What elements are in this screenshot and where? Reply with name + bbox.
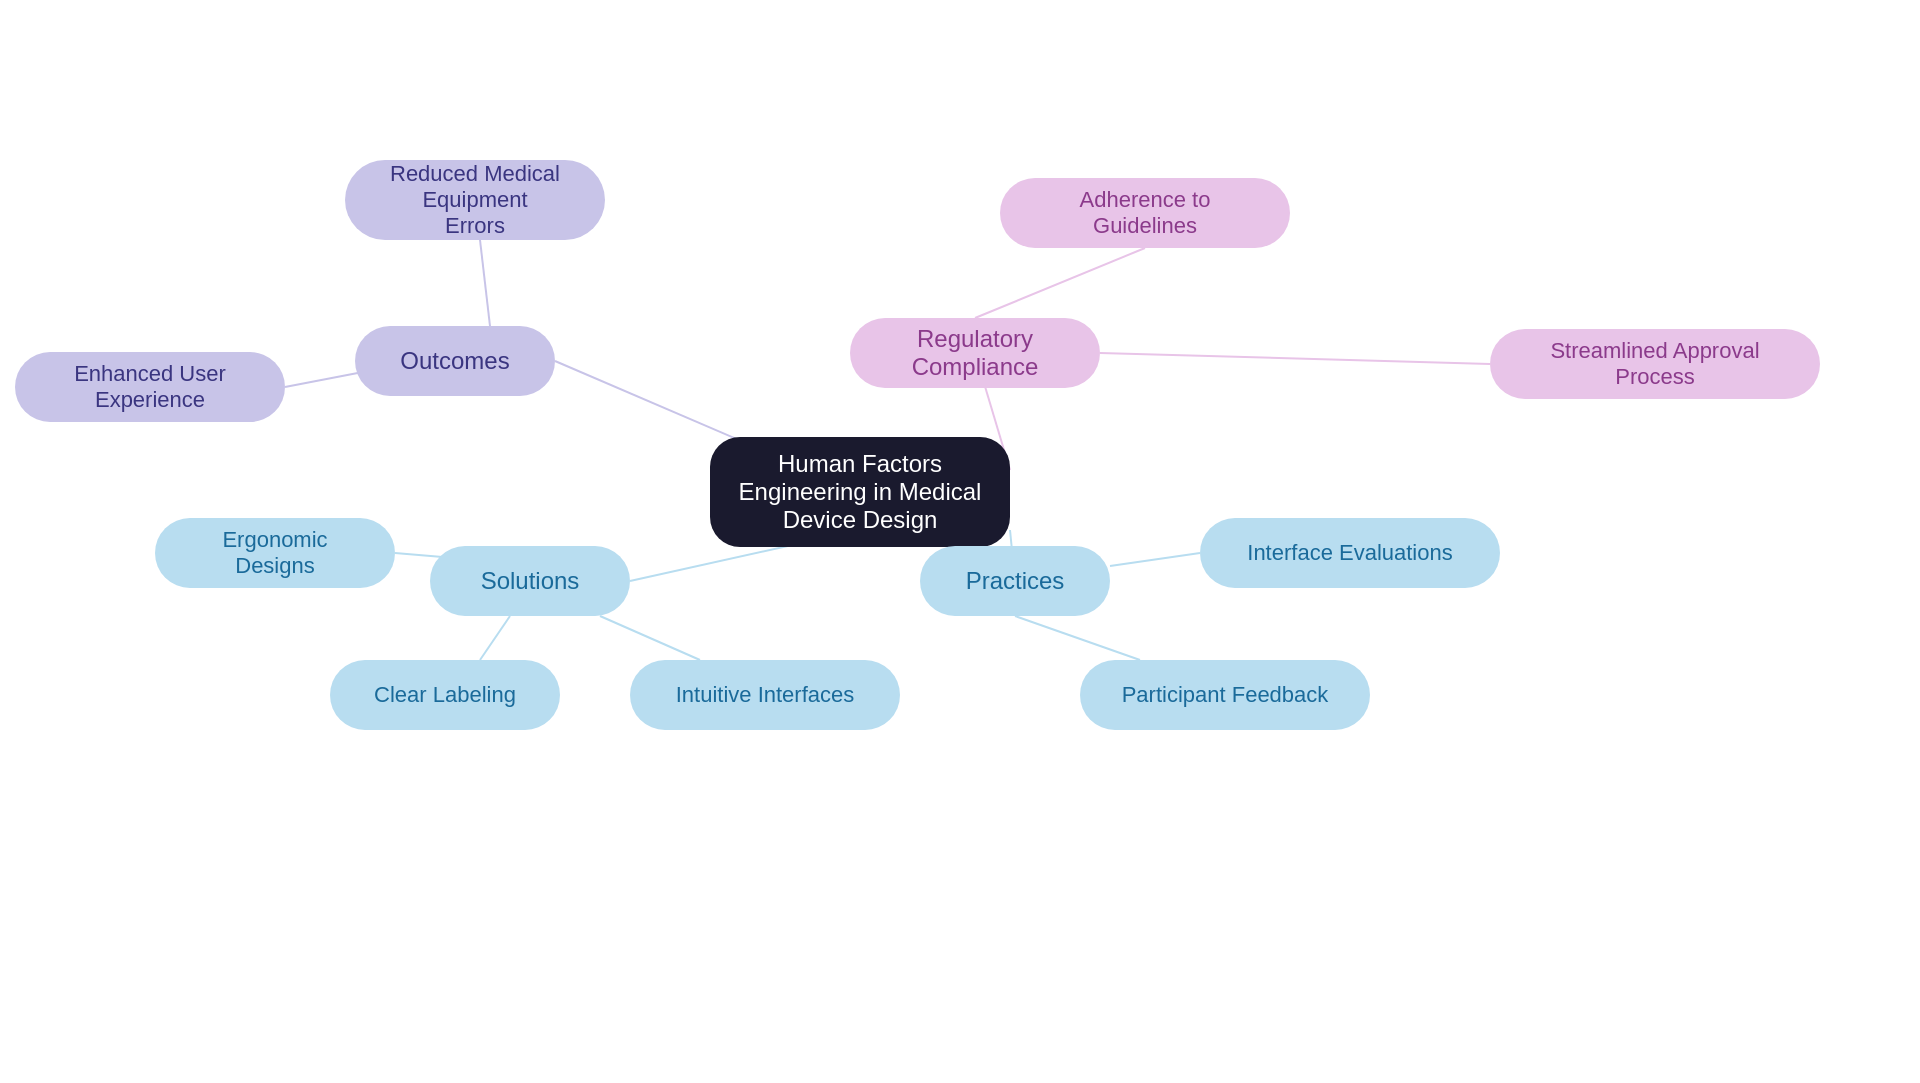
participant-label: Participant Feedback xyxy=(1122,682,1329,708)
regulatory-label: Regulatory Compliance xyxy=(878,325,1072,381)
ergonomic-label: Ergonomic Designs xyxy=(183,527,367,579)
outcomes-label: Outcomes xyxy=(400,347,509,375)
svg-line-8 xyxy=(480,616,510,660)
reduced-label: Reduced Medical EquipmentErrors xyxy=(373,161,577,239)
svg-line-5 xyxy=(1100,353,1490,364)
streamlined-label: Streamlined Approval Process xyxy=(1518,338,1792,390)
adherence-node: Adherence to Guidelines xyxy=(1000,178,1290,248)
participant-node: Participant Feedback xyxy=(1080,660,1370,730)
clear-node: Clear Labeling xyxy=(330,660,560,730)
clear-label: Clear Labeling xyxy=(374,682,516,708)
practices-node: Practices xyxy=(920,546,1110,616)
adherence-label: Adherence to Guidelines xyxy=(1028,187,1262,239)
solutions-label: Solutions xyxy=(481,567,580,595)
reduced-node: Reduced Medical EquipmentErrors xyxy=(345,160,605,240)
svg-line-11 xyxy=(1110,553,1200,566)
svg-line-1 xyxy=(480,240,490,326)
regulatory-node: Regulatory Compliance xyxy=(850,318,1100,388)
svg-line-9 xyxy=(600,616,700,660)
enhanced-node: Enhanced User Experience xyxy=(15,352,285,422)
intuitive-node: Intuitive Interfaces xyxy=(630,660,900,730)
streamlined-node: Streamlined Approval Process xyxy=(1490,329,1820,399)
enhanced-label: Enhanced User Experience xyxy=(43,361,257,413)
interface-node: Interface Evaluations xyxy=(1200,518,1500,588)
ergonomic-node: Ergonomic Designs xyxy=(155,518,395,588)
svg-line-4 xyxy=(975,248,1145,318)
intuitive-label: Intuitive Interfaces xyxy=(676,682,855,708)
svg-line-12 xyxy=(1015,616,1140,660)
interface-label: Interface Evaluations xyxy=(1247,540,1452,566)
center-label: Human Factors Engineering in Medical Dev… xyxy=(738,450,982,534)
outcomes-node: Outcomes xyxy=(355,326,555,396)
solutions-node: Solutions xyxy=(430,546,630,616)
practices-label: Practices xyxy=(966,567,1065,595)
center-node: Human Factors Engineering in Medical Dev… xyxy=(710,437,1010,547)
